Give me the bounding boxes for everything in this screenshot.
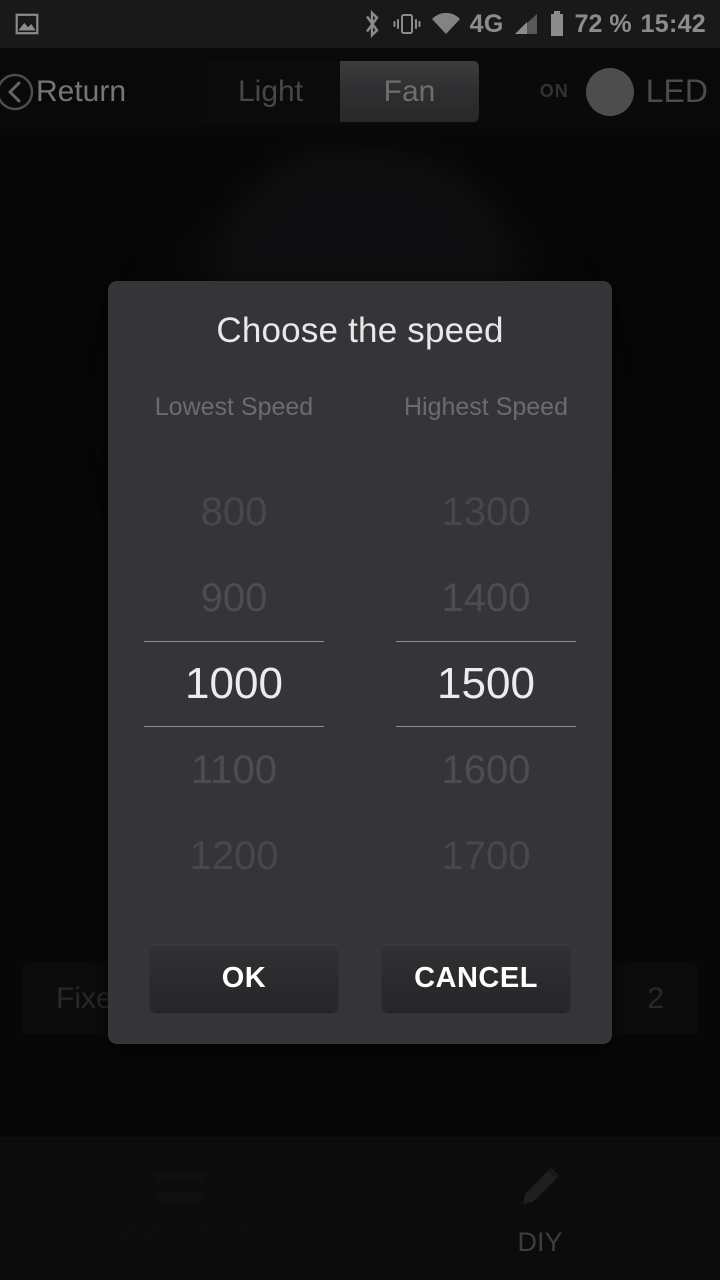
picker-option-selected[interactable]: 1500 [396,641,576,727]
picker-option[interactable]: 1200 [144,813,324,899]
ok-button[interactable]: OK [150,944,338,1012]
speed-picker-columns: Lowest Speed 800 900 1000 1100 1200 High… [108,393,612,899]
choose-speed-dialog: Choose the speed Lowest Speed 800 900 10… [108,281,612,1044]
cancel-button[interactable]: CANCEL [382,944,570,1012]
lowest-speed-picker[interactable]: 800 900 1000 1100 1200 [144,469,324,899]
picker-option-selected[interactable]: 1000 [144,641,324,727]
phone-screen: 4G 72 % 15:42 Return Light Fan ON LED Fi… [0,0,720,1280]
lowest-speed-column: Lowest Speed 800 900 1000 1100 1200 [108,393,360,899]
picker-option[interactable]: 1700 [396,813,576,899]
picker-option[interactable]: 1100 [144,727,324,813]
picker-option[interactable]: 800 [144,469,324,555]
highest-speed-column: Highest Speed 1300 1400 1500 1600 1700 [360,393,612,899]
picker-option[interactable]: 1600 [396,727,576,813]
dialog-title: Choose the speed [216,311,504,350]
picker-option[interactable]: 900 [144,555,324,641]
highest-speed-header: Highest Speed [403,393,568,421]
highest-speed-picker[interactable]: 1300 1400 1500 1600 1700 [396,469,576,899]
picker-option[interactable]: 1400 [396,555,576,641]
picker-option[interactable]: 1300 [396,469,576,555]
dialog-actions: OK CANCEL [108,944,612,1012]
lowest-speed-header: Lowest Speed [154,393,314,421]
